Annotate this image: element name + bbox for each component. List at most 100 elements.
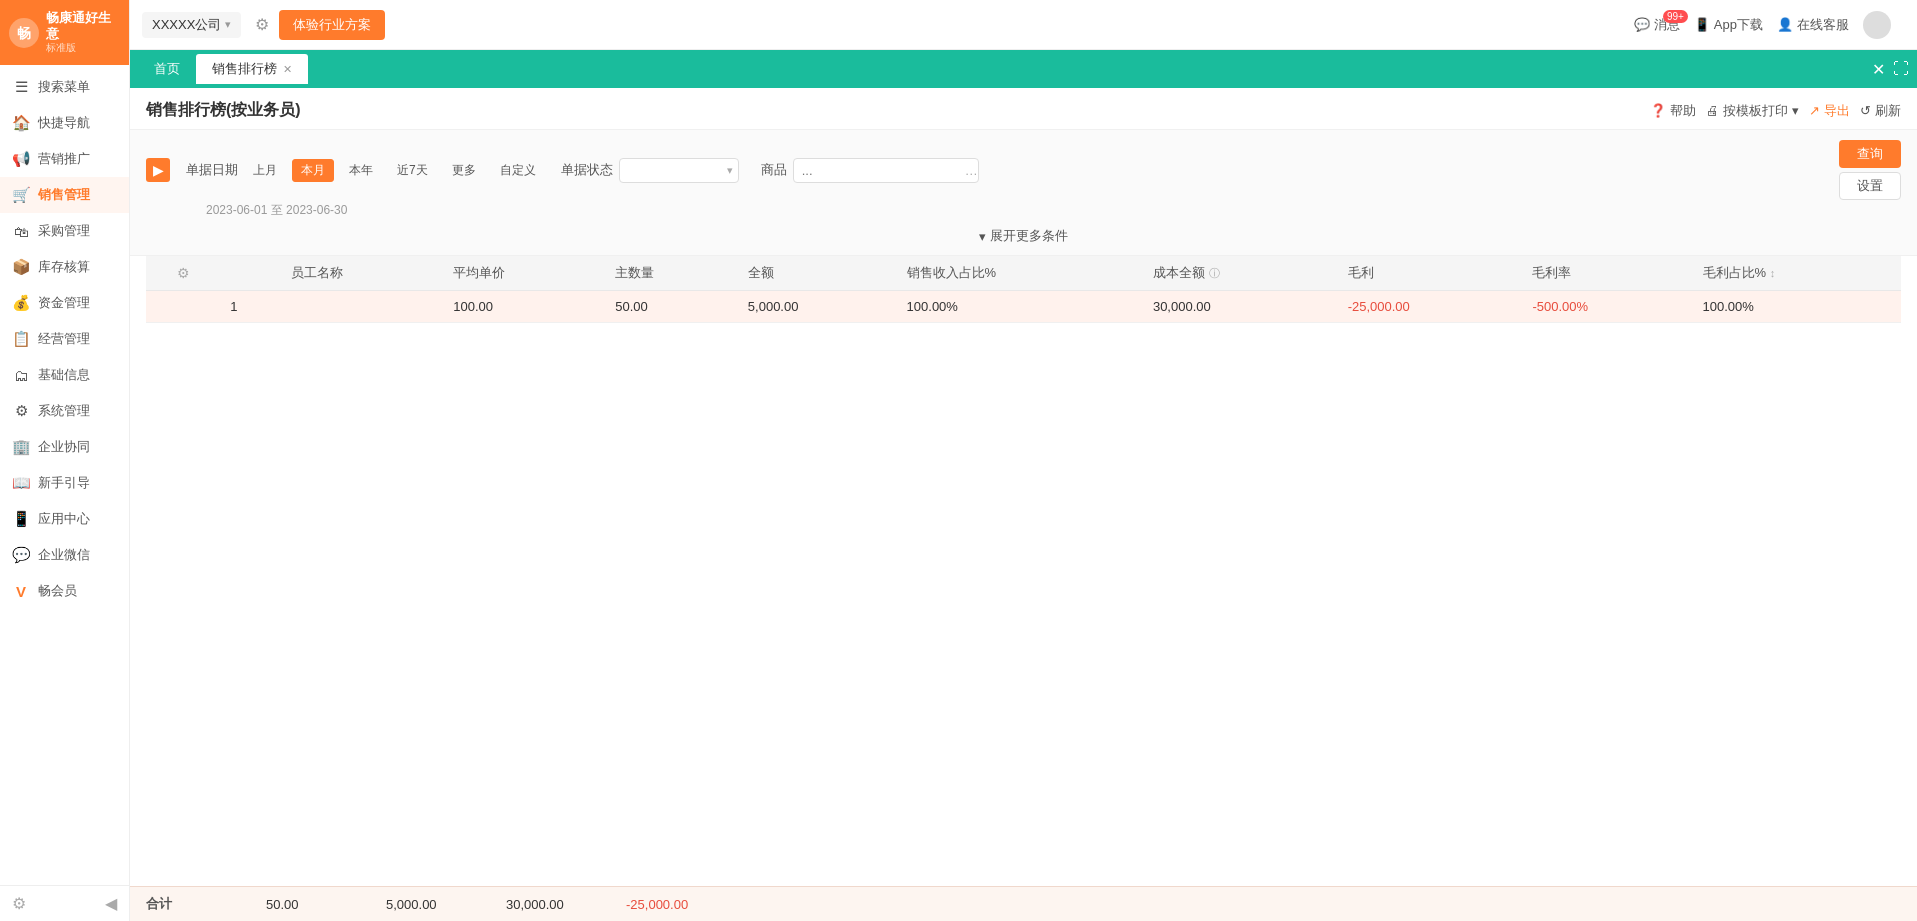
column-gear[interactable]: ⚙ — [146, 256, 220, 291]
avatar[interactable] — [1863, 11, 1891, 39]
goods-input[interactable] — [793, 158, 979, 183]
help-icon: ❓ — [1650, 103, 1666, 118]
column-gross-rate: 毛利率 — [1522, 256, 1692, 291]
date-custom-btn[interactable]: 自定义 — [491, 159, 545, 182]
sidebar-settings-icon[interactable]: ⚙ — [12, 894, 26, 913]
service-icon: 👤 — [1777, 17, 1793, 32]
online-service-button[interactable]: 👤 在线客服 — [1777, 16, 1849, 34]
sidebar-item-basic-info[interactable]: 🗂 基础信息 — [0, 357, 129, 393]
sidebar-item-label: 资金管理 — [38, 294, 90, 312]
wechat-icon: 💬 — [12, 546, 30, 564]
sidebar-item-app-center[interactable]: 📱 应用中心 — [0, 501, 129, 537]
filter-date-group: 单据日期 上月 本月 本年 近7天 更多 自定义 — [186, 159, 545, 182]
column-avg-price: 平均单价 — [443, 256, 605, 291]
refresh-button[interactable]: ↺ 刷新 — [1860, 102, 1901, 120]
filter-goods-group: 商品 … — [761, 158, 978, 183]
page-header: 销售排行榜(按业务员) ❓ 帮助 🖨 按模板打印 ▾ ↗ 导出 — [130, 88, 1917, 130]
sidebar-item-label: 采购管理 — [38, 222, 90, 240]
sidebar-item-sales[interactable]: 🛒 销售管理 — [0, 177, 129, 213]
date-this-year-btn[interactable]: 本年 — [340, 159, 382, 182]
row-qty: 50.00 — [605, 291, 738, 323]
status-select-wrap — [619, 158, 739, 183]
export-button[interactable]: ↗ 导出 — [1809, 102, 1850, 120]
settings-button[interactable]: 设置 — [1839, 172, 1901, 200]
basic-info-icon: 🗂 — [12, 367, 30, 384]
sidebar-app-title: 畅康通好生意 — [46, 10, 121, 41]
sidebar-item-quick-nav[interactable]: 🏠 快捷导航 — [0, 105, 129, 141]
tab-sales-rank[interactable]: 销售排行榜 ✕ — [196, 54, 308, 84]
sidebar-item-marketing[interactable]: 📢 营销推广 — [0, 141, 129, 177]
sidebar-title-block: 畅康通好生意 标准版 — [46, 10, 121, 55]
row-avg-price: 100.00 — [443, 291, 605, 323]
app-download-button[interactable]: 📱 App下载 — [1694, 16, 1763, 34]
date-this-month-btn[interactable]: 本月 — [292, 159, 334, 182]
sidebar-header: 畅 畅康通好生意 标准版 — [0, 0, 129, 65]
sidebar-item-finance[interactable]: 💰 资金管理 — [0, 285, 129, 321]
topbar-gear-icon[interactable]: ⚙ — [255, 15, 269, 34]
column-amount: 全额 — [738, 256, 897, 291]
topbar: XXXXX公司 ▾ ⚙ 体验行业方案 💬 消息 99+ 📱 App下载 👤 在线… — [130, 0, 1917, 50]
enterprise-collab-icon: 🏢 — [12, 438, 30, 456]
sidebar-item-wechat[interactable]: 💬 企业微信 — [0, 537, 129, 573]
sidebar-item-label: 企业微信 — [38, 546, 90, 564]
expand-conditions-button[interactable]: ▾ 展开更多条件 — [979, 227, 1068, 245]
sidebar-item-vip[interactable]: V 畅会员 — [0, 573, 129, 609]
query-button[interactable]: 查询 — [1839, 140, 1901, 168]
sidebar-item-system[interactable]: ⚙ 系统管理 — [0, 393, 129, 429]
sidebar-item-inventory[interactable]: 📦 库存核算 — [0, 249, 129, 285]
sidebar-item-search-order[interactable]: ☰ 搜索菜单 — [0, 69, 129, 105]
marketing-icon: 📢 — [12, 150, 30, 168]
filter-toggle-arrow[interactable]: ▶ — [146, 158, 170, 182]
trial-button[interactable]: 体验行业方案 — [279, 10, 385, 40]
expand-label: 展开更多条件 — [990, 227, 1068, 245]
goods-label: 商品 — [761, 161, 787, 179]
footer-cost: 30,000.00 — [506, 897, 586, 912]
sidebar-item-label: 基础信息 — [38, 366, 90, 384]
goods-more-icon: … — [965, 163, 978, 178]
home-icon: 🏠 — [12, 114, 30, 132]
sidebar-item-enterprise-collab[interactable]: 🏢 企业协同 — [0, 429, 129, 465]
sidebar-item-operations[interactable]: 📋 经营管理 — [0, 321, 129, 357]
sidebar-footer: ⚙ ◀ — [0, 885, 129, 921]
column-employee: 员工名称 — [281, 256, 443, 291]
column-cost: 成本全额 ⓘ — [1143, 256, 1338, 291]
row-cost: 30,000.00 — [1143, 291, 1338, 323]
operations-icon: 📋 — [12, 330, 30, 348]
date-more-btn[interactable]: 更多 — [443, 159, 485, 182]
message-button[interactable]: 💬 消息 99+ — [1634, 16, 1680, 34]
column-rank — [220, 256, 281, 291]
help-button[interactable]: ❓ 帮助 — [1650, 102, 1696, 120]
app-download-label: App下载 — [1714, 16, 1763, 34]
sidebar-item-label: 搜索菜单 — [38, 78, 90, 96]
table-row: 1 100.00 50.00 5,000.00 100.00% 30,000.0… — [146, 291, 1901, 323]
row-gear — [146, 291, 220, 323]
tab-home[interactable]: 首页 — [138, 54, 196, 84]
page-actions: ❓ 帮助 🖨 按模板打印 ▾ ↗ 导出 ↺ 刷新 — [1650, 102, 1901, 120]
window-restore-icon[interactable]: ⛶ — [1893, 60, 1909, 79]
tab-sales-rank-label: 销售排行榜 — [212, 60, 277, 78]
sidebar-collapse-icon[interactable]: ◀ — [105, 894, 117, 913]
expand-icon: ▾ — [979, 229, 986, 244]
print-icon: 🖨 — [1706, 103, 1719, 118]
expand-row: ▾ 展开更多条件 — [146, 227, 1901, 245]
tab-close-icon[interactable]: ✕ — [283, 63, 292, 76]
message-icon: 💬 — [1634, 17, 1650, 32]
date-prev-month-btn[interactable]: 上月 — [244, 159, 286, 182]
print-button[interactable]: 🖨 按模板打印 ▾ — [1706, 102, 1799, 120]
date-range-display: 2023-06-01 至 2023-06-30 — [206, 202, 1901, 219]
sidebar-item-guide[interactable]: 📖 新手引导 — [0, 465, 129, 501]
print-chevron-icon: ▾ — [1792, 103, 1799, 118]
sidebar: 畅 畅康通好生意 标准版 ☰ 搜索菜单 🏠 快捷导航 📢 营销推广 🛒 销售管理… — [0, 0, 130, 921]
inner-content: 销售排行榜(按业务员) ❓ 帮助 🖨 按模板打印 ▾ ↗ 导出 — [130, 88, 1917, 921]
company-selector[interactable]: XXXXX公司 ▾ — [142, 12, 241, 38]
main-area: XXXXX公司 ▾ ⚙ 体验行业方案 💬 消息 99+ 📱 App下载 👤 在线… — [130, 0, 1917, 921]
sidebar-item-label: 系统管理 — [38, 402, 90, 420]
topbar-right: 💬 消息 99+ 📱 App下载 👤 在线客服 — [1634, 11, 1905, 39]
date-last7-btn[interactable]: 近7天 — [388, 159, 437, 182]
print-label: 按模板打印 — [1723, 102, 1788, 120]
sidebar-item-purchase[interactable]: 🛍 采购管理 — [0, 213, 129, 249]
column-sales-pct: 销售收入占比% — [897, 256, 1143, 291]
status-select[interactable] — [619, 158, 739, 183]
export-icon: ↗ — [1809, 103, 1820, 118]
window-close-icon[interactable]: ✕ — [1872, 60, 1885, 79]
